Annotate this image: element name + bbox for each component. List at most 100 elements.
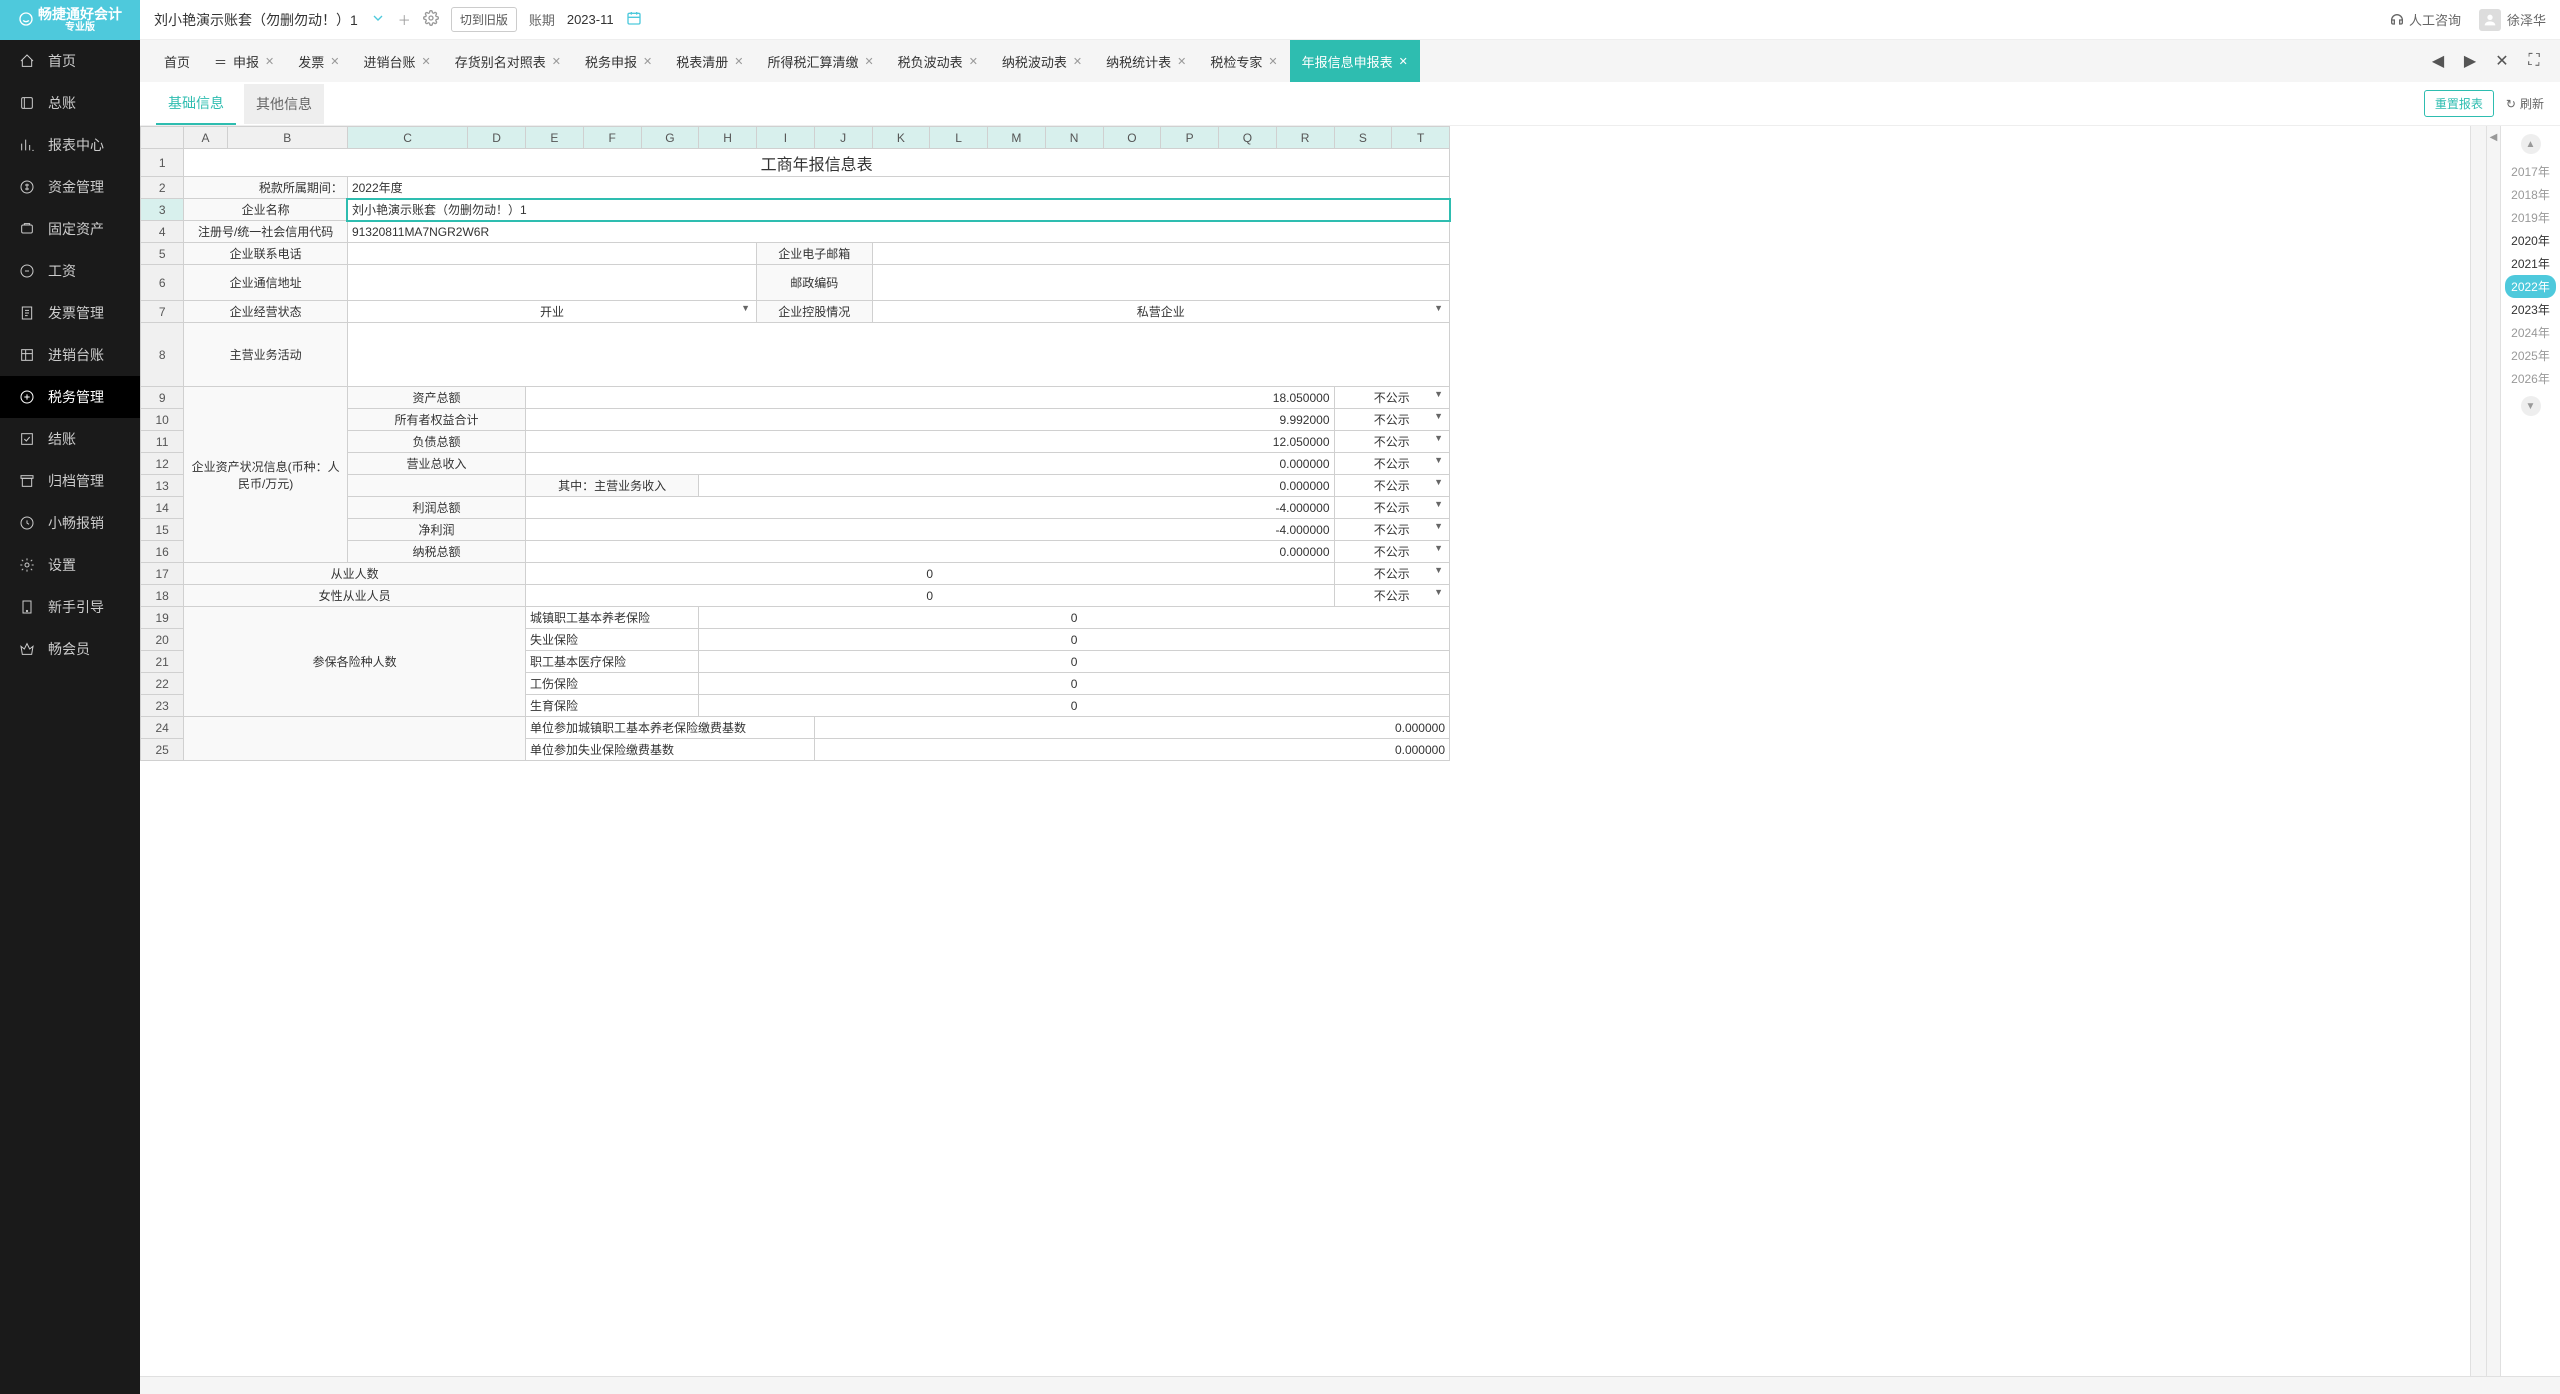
publish-select[interactable]: 不公示: [1334, 563, 1450, 585]
sidebar-item-ledger[interactable]: 总账: [0, 82, 140, 124]
year-up-icon[interactable]: ▲: [2521, 134, 2541, 154]
publish-select[interactable]: 不公示: [1334, 497, 1450, 519]
user-menu[interactable]: 徐泽华: [2479, 9, 2546, 31]
ins-value[interactable]: 0: [699, 607, 1450, 629]
support-link[interactable]: 人工咨询: [2389, 10, 2461, 29]
base1-value[interactable]: 0.000000: [814, 717, 1449, 739]
sidebar-item-fund[interactable]: 资金管理: [0, 166, 140, 208]
row-header[interactable]: 22: [141, 673, 184, 695]
year-2022年[interactable]: 2022年: [2505, 275, 2556, 298]
row-header[interactable]: 13: [141, 475, 184, 497]
col-header[interactable]: D: [468, 127, 526, 149]
add-account-icon[interactable]: ＋: [398, 10, 411, 29]
tab-6[interactable]: 税表清册✕: [664, 40, 755, 82]
tab-7[interactable]: 所得税汇算清缴✕: [755, 40, 885, 82]
company-value[interactable]: 刘小艳演示账套（勿删勿动！）1: [347, 199, 1449, 221]
reset-button[interactable]: 重置报表: [2424, 90, 2494, 117]
sidebar-item-settings[interactable]: 设置: [0, 544, 140, 586]
col-header[interactable]: N: [1045, 127, 1103, 149]
publish-select[interactable]: 不公示: [1334, 431, 1450, 453]
tab-close-icon[interactable]: ✕: [643, 55, 652, 68]
tabs-next-icon[interactable]: ▶: [2456, 51, 2484, 71]
sidebar-item-close[interactable]: 结账: [0, 418, 140, 460]
publish-select[interactable]: 不公示: [1334, 519, 1450, 541]
fin-value[interactable]: -4.000000: [526, 519, 1335, 541]
tab-close-icon[interactable]: ✕: [969, 55, 978, 68]
fin-value[interactable]: 0.000000: [526, 453, 1335, 475]
year-2020年[interactable]: 2020年: [2505, 229, 2556, 252]
tab-close-icon[interactable]: ✕: [1177, 55, 1186, 68]
tab-close-icon[interactable]: ✕: [330, 55, 339, 68]
row-header[interactable]: 21: [141, 651, 184, 673]
col-header[interactable]: A: [184, 127, 227, 149]
sidebar-item-tax[interactable]: 税务管理: [0, 376, 140, 418]
ins-value[interactable]: 0: [699, 651, 1450, 673]
vertical-scrollbar[interactable]: [2470, 126, 2486, 1376]
addr-input[interactable]: [347, 265, 756, 301]
row-header[interactable]: 10: [141, 409, 184, 431]
sidebar-item-invoice[interactable]: 发票管理: [0, 292, 140, 334]
tab-8[interactable]: 税负波动表✕: [886, 40, 990, 82]
col-header[interactable]: R: [1276, 127, 1334, 149]
col-header[interactable]: C: [347, 127, 467, 149]
col-header[interactable]: Q: [1219, 127, 1277, 149]
col-header[interactable]: B: [227, 127, 347, 149]
tab-10[interactable]: 纳税统计表✕: [1094, 40, 1198, 82]
row-header[interactable]: 1: [141, 149, 184, 177]
subtab-basic[interactable]: 基础信息: [156, 83, 236, 125]
publish-select[interactable]: 不公示: [1334, 475, 1450, 497]
row-header[interactable]: 5: [141, 243, 184, 265]
calendar-icon[interactable]: [626, 10, 642, 29]
col-header[interactable]: M: [988, 127, 1046, 149]
year-down-icon[interactable]: ▼: [2521, 396, 2541, 416]
horizontal-scrollbar[interactable]: [140, 1376, 2560, 1394]
col-header[interactable]: E: [526, 127, 584, 149]
year-2023年[interactable]: 2023年: [2505, 298, 2556, 321]
publish-select[interactable]: 不公示: [1334, 585, 1450, 607]
sidebar-item-archive[interactable]: 归档管理: [0, 460, 140, 502]
row-header[interactable]: 23: [141, 695, 184, 717]
row-header[interactable]: 4: [141, 221, 184, 243]
row-header[interactable]: 11: [141, 431, 184, 453]
emp-total-value[interactable]: 0: [526, 563, 1335, 585]
col-header[interactable]: G: [641, 127, 699, 149]
tabs-close-icon[interactable]: ✕: [2488, 51, 2516, 71]
year-2021年[interactable]: 2021年: [2505, 252, 2556, 275]
tab-close-icon[interactable]: ✕: [1399, 55, 1408, 68]
sidebar-item-home[interactable]: 首页: [0, 40, 140, 82]
fin-value[interactable]: 18.050000: [526, 387, 1335, 409]
row-header[interactable]: 17: [141, 563, 184, 585]
row-header[interactable]: 12: [141, 453, 184, 475]
tab-close-icon[interactable]: ✕: [1268, 55, 1277, 68]
tab-close-icon[interactable]: ✕: [265, 55, 274, 68]
tel-input[interactable]: [347, 243, 756, 265]
fin-value[interactable]: 0.000000: [526, 541, 1335, 563]
row-header[interactable]: 2: [141, 177, 184, 199]
row-header[interactable]: 19: [141, 607, 184, 629]
col-header[interactable]: K: [872, 127, 930, 149]
row-header[interactable]: 24: [141, 717, 184, 739]
tab-close-icon[interactable]: ✕: [864, 55, 873, 68]
fin-value[interactable]: 12.050000: [526, 431, 1335, 453]
fin-value[interactable]: 0.000000: [699, 475, 1334, 497]
tabs-prev-icon[interactable]: ◀: [2424, 51, 2452, 71]
spreadsheet[interactable]: ABCDEFGHIJKLMNOPQRST1工商年报信息表2税款所属期间：2022…: [140, 126, 2470, 1376]
switch-old-button[interactable]: 切到旧版: [451, 7, 517, 32]
sidebar-item-asset[interactable]: 固定资产: [0, 208, 140, 250]
sidebar-item-salary[interactable]: 工资: [0, 250, 140, 292]
tab-3[interactable]: 进销台账✕: [352, 40, 443, 82]
tab-0[interactable]: 首页: [152, 40, 202, 82]
publish-select[interactable]: 不公示: [1334, 541, 1450, 563]
subtab-other[interactable]: 其他信息: [244, 84, 324, 124]
col-header[interactable]: J: [814, 127, 872, 149]
col-header[interactable]: T: [1392, 127, 1450, 149]
fin-value[interactable]: -4.000000: [526, 497, 1335, 519]
sidebar-item-vip[interactable]: 畅会员: [0, 628, 140, 670]
account-settings-icon[interactable]: [423, 10, 439, 29]
tab-12[interactable]: 年报信息申报表✕: [1290, 40, 1420, 82]
col-header[interactable]: F: [583, 127, 641, 149]
ins-value[interactable]: 0: [699, 673, 1450, 695]
publish-select[interactable]: 不公示: [1334, 453, 1450, 475]
collapse-handle[interactable]: ◀: [2486, 126, 2500, 1376]
row-header[interactable]: 14: [141, 497, 184, 519]
